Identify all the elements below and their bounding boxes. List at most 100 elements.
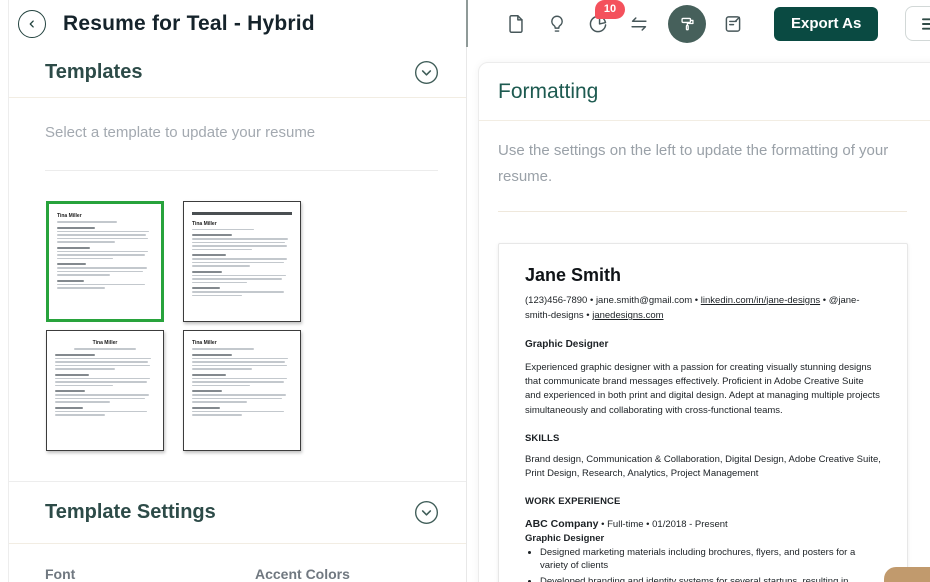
thumbnail-text-line: [57, 284, 145, 286]
resume-contact-link[interactable]: janedesigns.com: [592, 310, 663, 321]
thumbnail-text-line: [192, 365, 287, 367]
resume-work-heading: WORK EXPERIENCE: [525, 496, 881, 507]
thumbnail-text-line: [55, 365, 150, 367]
thumbnail-text-line: [74, 348, 136, 350]
thumbnail-text-line: [57, 280, 84, 282]
thumbnail-text-line: [55, 368, 115, 370]
font-label: Font: [45, 566, 231, 582]
resume-contact-text: jane.smith@gmail.com: [596, 295, 692, 306]
thumbnail-text-line: [55, 414, 105, 416]
formatting-header: Formatting: [479, 63, 930, 121]
template-thumbnail[interactable]: Tina Miller: [183, 330, 301, 451]
thumbnail-text-line: [192, 287, 220, 289]
thumbnail-text-line: [57, 263, 86, 265]
thumbnail-text-line: [192, 278, 282, 280]
job-header-line: ABC Company • Full-time • 01/2018 - Pres…: [525, 518, 881, 530]
divider: [498, 211, 907, 212]
paint-roller-icon[interactable]: [668, 5, 706, 43]
thumbnail-text-line: [57, 241, 115, 243]
template-thumbnail[interactable]: Tina Miller: [46, 330, 164, 451]
note-icon[interactable]: [721, 12, 745, 36]
thumbnail-text-line: [55, 361, 148, 363]
chevron-down-circle-icon: [414, 60, 439, 85]
thumbnail-text-line: [57, 251, 148, 253]
thumbnail-top-rule: [192, 212, 292, 215]
thumbnail-text-line: [55, 390, 85, 392]
thumbnail-text-line: [192, 401, 247, 403]
lightbulb-icon[interactable]: [545, 12, 569, 36]
thumbnail-text-line: [192, 238, 288, 240]
accent-colors-field-group: Accent Colors: [255, 566, 445, 582]
chat-widget-button[interactable]: [884, 567, 930, 582]
template-grid: Tina MillerTina MillerTina MillerTina Mi…: [9, 171, 466, 451]
menu-button[interactable]: Menu: [905, 6, 930, 41]
thumbnail-text-line: [57, 221, 117, 223]
thumbnail-text-line: [55, 381, 147, 383]
swap-arrows-icon[interactable]: [627, 12, 651, 36]
thumbnail-text-line: [192, 271, 222, 273]
resume-jobs: ABC Company • Full-time • 01/2018 - Pres…: [525, 518, 881, 582]
thumbnail-text-line: [55, 394, 149, 396]
template-settings-fields: Font Accent Colors: [9, 544, 466, 582]
thumbnail-text-line: [192, 411, 284, 413]
thumbnail-text-line: [57, 267, 147, 269]
templates-section-header: Templates: [9, 48, 466, 98]
thumbnail-text-line: [192, 258, 287, 260]
thumbnail-text-line: [57, 231, 149, 233]
formatting-panel: Formatting Use the settings on the left …: [478, 62, 930, 582]
template-thumbnail-preview: Tina Miller: [49, 204, 161, 289]
left-panel-header: Resume for Teal - Hybrid: [9, 0, 466, 48]
thumbnail-text-line: [57, 271, 143, 273]
thumbnail-text-line: [192, 385, 250, 387]
resume-builder-app: Resume for Teal - Hybrid Templates Selec…: [0, 0, 930, 582]
thumbnail-text-line: [192, 275, 286, 277]
thumbnail-text-line: [55, 378, 150, 380]
notification-badge: 10: [595, 0, 625, 19]
thumbnail-text-line: [192, 249, 252, 251]
thumbnail-text-line: [192, 242, 285, 244]
thumbnail-text-line: [192, 254, 226, 256]
thumbnail-text-line: [57, 254, 145, 256]
thumbnail-text-line: [192, 262, 284, 264]
templates-subtitle: Select a template to update your resume: [9, 98, 466, 141]
template-thumbnail-preview: Tina Miller: [184, 331, 300, 416]
thumbnail-text-line: [192, 398, 282, 400]
thumbnail-text-line: [192, 282, 247, 284]
resume-summary: Experienced graphic designer with a pass…: [525, 361, 881, 418]
templates-title: Templates: [45, 61, 142, 84]
document-icon[interactable]: [504, 12, 528, 36]
back-button[interactable]: [18, 10, 46, 38]
thumbnail-text-line: [192, 358, 288, 360]
thumbnail-text-line: [192, 374, 226, 376]
template-thumbnail[interactable]: Tina Miller: [46, 201, 164, 322]
thumbnail-text-line: [55, 354, 95, 356]
thumbnail-text-line: [55, 385, 113, 387]
thumbnail-text-line: [192, 234, 232, 236]
resume-contact-text: (123)456-7890: [525, 295, 587, 306]
template-thumbnail[interactable]: Tina Miller: [183, 201, 301, 322]
pie-chart-icon[interactable]: 10: [586, 12, 610, 36]
thumbnail-text-line: [192, 295, 242, 297]
accent-colors-label: Accent Colors: [255, 566, 445, 582]
thumbnail-text-line: [57, 227, 95, 229]
thumbnail-text-line: [192, 229, 254, 231]
template-thumbnail-preview: Tina Miller: [184, 202, 300, 296]
template-settings-collapse-button[interactable]: [413, 500, 439, 526]
template-thumbnail-preview: Tina Miller: [47, 331, 163, 416]
job-role: Graphic Designer: [525, 533, 881, 544]
thumbnail-resume-name: Tina Miller: [192, 221, 292, 227]
hamburger-icon: [922, 17, 930, 31]
thumbnail-text-line: [57, 274, 110, 276]
templates-collapse-button[interactable]: [413, 60, 439, 86]
resume-preview: Jane Smith (123)456-7890 • jane.smith@gm…: [498, 243, 908, 582]
resume-contact-link[interactable]: linkedin.com/in/jane-designs: [701, 295, 820, 306]
thumbnail-text-line: [55, 358, 151, 360]
resume-contact: (123)456-7890 • jane.smith@gmail.com • l…: [525, 293, 881, 324]
font-field-group: Font: [45, 566, 231, 582]
thumbnail-text-line: [192, 245, 287, 247]
thumbnail-text-line: [55, 374, 89, 376]
thumbnail-text-line: [55, 398, 145, 400]
thumbnail-text-line: [192, 361, 285, 363]
export-as-button[interactable]: Export As: [774, 7, 878, 41]
thumbnail-text-line: [55, 411, 147, 413]
